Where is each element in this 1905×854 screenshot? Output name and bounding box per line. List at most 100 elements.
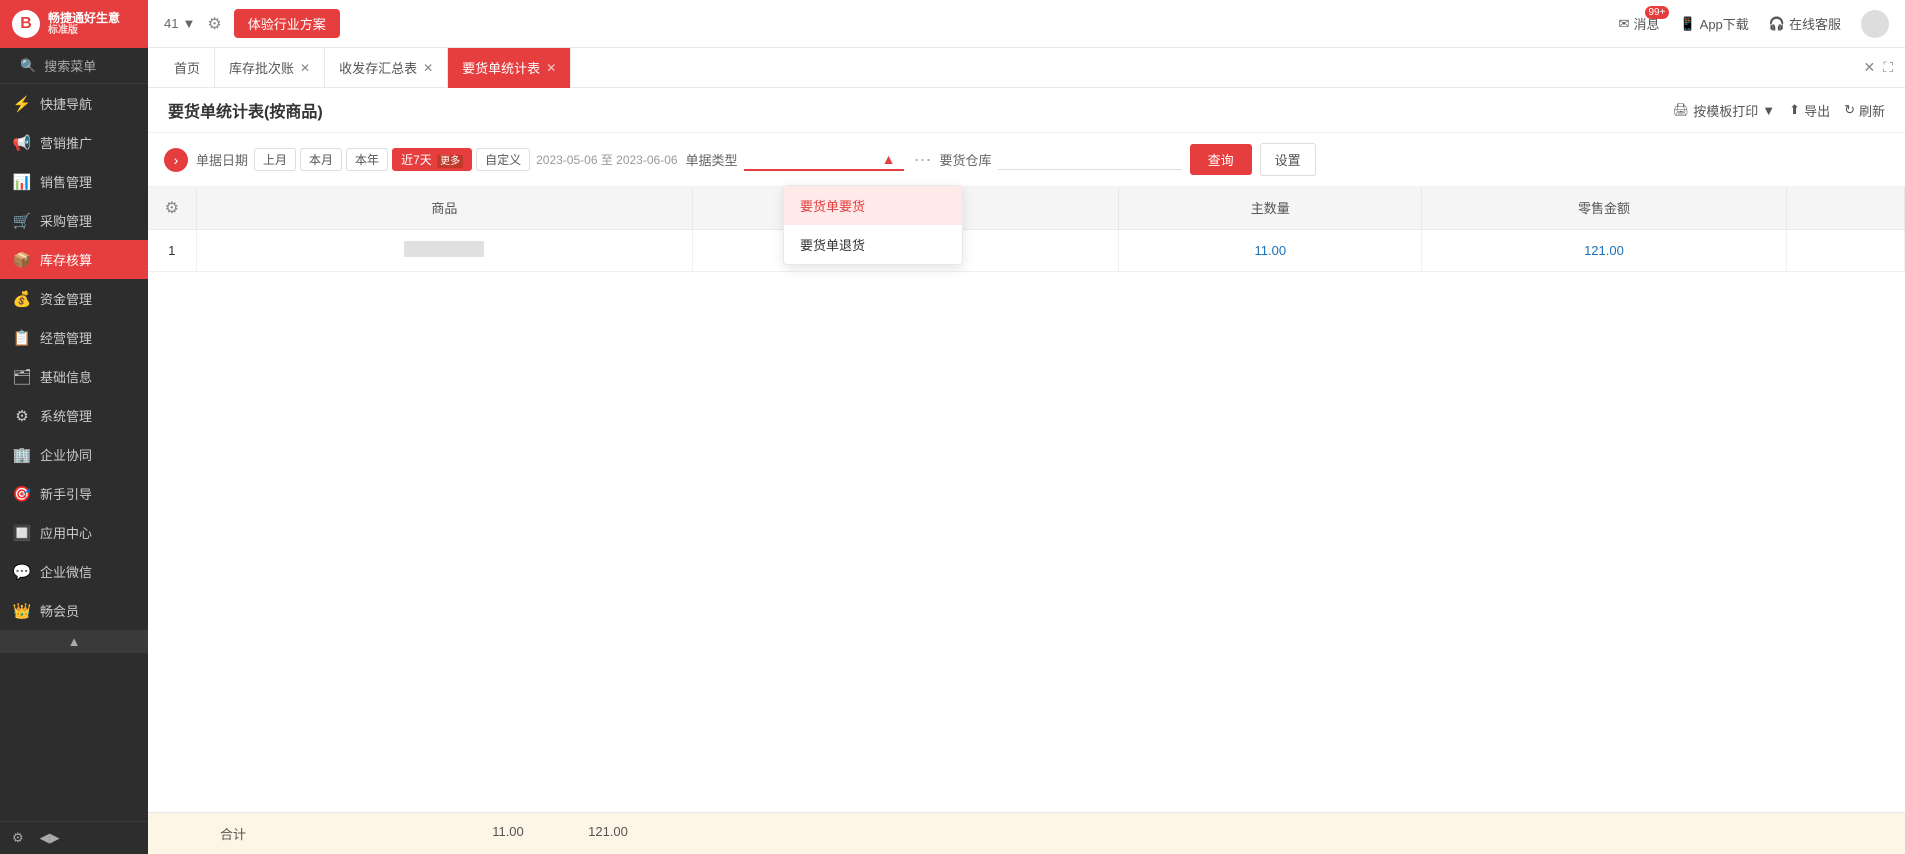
- sidebar-bottom: ⚙ ◀▶: [0, 821, 148, 854]
- minimize-icon[interactable]: ✕: [1863, 59, 1875, 76]
- header-settings-icon[interactable]: ⚙: [207, 14, 221, 34]
- header-left: 41 ▼ ⚙ 体验行业方案: [164, 9, 340, 38]
- messages-btn[interactable]: ✉ 消息 99+: [1619, 14, 1660, 33]
- date-label: 单据日期: [196, 150, 248, 169]
- type-select-box[interactable]: ▲: [744, 149, 904, 171]
- phone-icon: 📱: [1679, 16, 1695, 32]
- dropdown-option-return[interactable]: 要货单退货: [784, 225, 962, 264]
- tab-dispatch[interactable]: 收发存汇总表 ✕: [325, 48, 448, 88]
- date-pill-year[interactable]: 本年: [346, 148, 388, 171]
- data-table: ⚙ 商品 主计量单位 主数量 零售金额 1: [148, 187, 1905, 272]
- enterprise-icon: 🏢: [12, 446, 32, 464]
- sidebar-item-purchase[interactable]: 🛒 采购管理: [0, 201, 148, 240]
- filter-more-icon[interactable]: ···: [914, 149, 932, 170]
- col-extra: [1786, 187, 1904, 229]
- app-download-btn[interactable]: 📱 App下载: [1679, 14, 1748, 33]
- type-filter-group: 单据类型 ▲ ···: [686, 149, 932, 171]
- expand-filter-btn[interactable]: ›: [164, 148, 188, 172]
- warehouse-label: 要货仓库: [940, 150, 992, 169]
- tab-batch[interactable]: 库存批次账 ✕: [215, 48, 325, 88]
- export-btn[interactable]: ⬆ 导出: [1789, 101, 1830, 120]
- store-selector[interactable]: 41 ▼: [164, 16, 195, 31]
- product-placeholder: [404, 241, 484, 257]
- store-name: 41: [164, 16, 178, 31]
- tabs-bar: 首页 库存批次账 ✕ 收发存汇总表 ✕ 要货单统计表 ✕ ✕ ⛶: [148, 48, 1905, 88]
- search-icon: 🔍: [20, 58, 36, 74]
- sidebar-item-basic[interactable]: 🗂 基础信息: [0, 357, 148, 396]
- collapse-icon[interactable]: ◀▶: [40, 830, 60, 846]
- sidebar-item-system[interactable]: ⚙ 系统管理: [0, 396, 148, 435]
- type-chevron-icon[interactable]: ▲: [882, 151, 896, 167]
- logo-text: 畅捷通好生意 标准版: [48, 11, 120, 37]
- sidebar-search[interactable]: 🔍 搜索菜单: [0, 48, 148, 84]
- footer-cells: 合计 11.00 121.00: [160, 824, 1893, 843]
- logo-icon: B: [12, 10, 40, 38]
- sidebar-scroll-up[interactable]: ▲: [0, 630, 148, 653]
- tab-requisition[interactable]: 要货单统计表 ✕: [448, 48, 571, 88]
- export-icon: ⬆: [1789, 102, 1800, 118]
- footer-amount: 121.00: [558, 824, 658, 843]
- sidebar-item-finance[interactable]: 💰 资金管理: [0, 279, 148, 318]
- date-pill-7days[interactable]: 近7天 更多: [392, 148, 472, 171]
- window-controls: ✕ ⛶: [1863, 59, 1893, 76]
- date-pill-this[interactable]: 本月: [300, 148, 342, 171]
- row-extra: [1786, 229, 1904, 271]
- refresh-btn[interactable]: ↻ 刷新: [1844, 101, 1885, 120]
- close-batch-tab[interactable]: ✕: [300, 61, 310, 75]
- type-select-input[interactable]: [748, 151, 878, 166]
- sidebar-item-member[interactable]: 👑 畅会员: [0, 591, 148, 630]
- header-right: ✉ 消息 99+ 📱 App下载 🎧 在线客服: [1619, 10, 1889, 38]
- sidebar-item-guide[interactable]: 🎯 新手引导: [0, 474, 148, 513]
- avatar[interactable]: [1861, 10, 1889, 38]
- table-header-row: ⚙ 商品 主计量单位 主数量 零售金额: [148, 187, 1905, 229]
- operations-icon: 📋: [12, 329, 32, 347]
- sidebar: B 畅捷通好生意 标准版 🔍 搜索菜单 ⚡ 快捷导航 📢 营销推广 📊 销售管理…: [0, 0, 148, 854]
- row-amount: 121.00: [1422, 229, 1786, 271]
- qty-link[interactable]: 11.00: [1254, 243, 1286, 258]
- purchase-icon: 🛒: [12, 212, 32, 230]
- online-service-btn[interactable]: 🎧 在线客服: [1769, 14, 1841, 33]
- table-settings-gear[interactable]: ⚙: [165, 200, 179, 217]
- settings-button[interactable]: 设置: [1260, 143, 1316, 176]
- col-product: 商品: [196, 187, 693, 229]
- sidebar-item-shortcuts[interactable]: ⚡ 快捷导航: [0, 84, 148, 123]
- finance-icon: 💰: [12, 290, 32, 308]
- sidebar-item-marketing[interactable]: 📢 营销推广: [0, 123, 148, 162]
- date-pill-custom[interactable]: 自定义: [476, 148, 530, 171]
- sales-icon: 📊: [12, 173, 32, 191]
- guide-icon: 🎯: [12, 485, 32, 503]
- type-dropdown: 要货单要货 要货单退货: [783, 185, 963, 265]
- refresh-icon: ↻: [1844, 102, 1855, 118]
- row-qty: 11.00: [1119, 229, 1422, 271]
- service-icon: 🎧: [1769, 16, 1785, 32]
- maximize-icon[interactable]: ⛶: [1883, 59, 1893, 76]
- date-pill-up[interactable]: 上月: [254, 148, 296, 171]
- appstore-icon: 🔲: [12, 524, 32, 542]
- close-requisition-tab[interactable]: ✕: [546, 61, 556, 75]
- sidebar-item-operations[interactable]: 📋 经营管理: [0, 318, 148, 357]
- footer-qty: 11.00: [458, 824, 558, 843]
- content-area: 要货单统计表(按商品) 🖨 按模板打印 ▼ ⬆ 导出 ↻ 刷新 ›: [148, 88, 1905, 854]
- amount-link[interactable]: 121.00: [1584, 243, 1624, 258]
- print-btn[interactable]: 🖨 按模板打印 ▼: [1673, 101, 1775, 120]
- tab-home[interactable]: 首页: [160, 48, 215, 88]
- dropdown-option-requisition[interactable]: 要货单要货: [784, 186, 962, 225]
- sidebar-item-appstore[interactable]: 🔲 应用中心: [0, 513, 148, 552]
- settings-icon[interactable]: ⚙: [12, 830, 24, 846]
- main-area: 41 ▼ ⚙ 体验行业方案 ✉ 消息 99+ 📱 App下载 🎧 在线客服: [148, 0, 1905, 854]
- close-dispatch-tab[interactable]: ✕: [423, 61, 433, 75]
- trial-button[interactable]: 体验行业方案: [234, 9, 340, 38]
- shortcuts-icon: ⚡: [12, 95, 32, 113]
- page-title: 要货单统计表(按商品): [168, 98, 323, 122]
- sidebar-item-enterprise[interactable]: 🏢 企业协同: [0, 435, 148, 474]
- print-chevron-icon: ▼: [1762, 103, 1775, 118]
- query-button[interactable]: 查询: [1190, 144, 1252, 175]
- sidebar-item-inventory[interactable]: 📦 库存核算: [0, 240, 148, 279]
- date-range-display: 2023-05-06 至 2023-06-06: [536, 151, 677, 168]
- sidebar-item-sales[interactable]: 📊 销售管理: [0, 162, 148, 201]
- warehouse-input[interactable]: [998, 150, 1182, 170]
- dropdown-arrow-icon: ▼: [182, 16, 195, 31]
- filter-bar: › 单据日期 上月 本月 本年 近7天 更多 自定义 2023-05-06 至 …: [148, 133, 1905, 187]
- date-pills: 上月 本月 本年 近7天 更多 自定义: [254, 148, 530, 171]
- sidebar-item-wechat[interactable]: 💬 企业微信: [0, 552, 148, 591]
